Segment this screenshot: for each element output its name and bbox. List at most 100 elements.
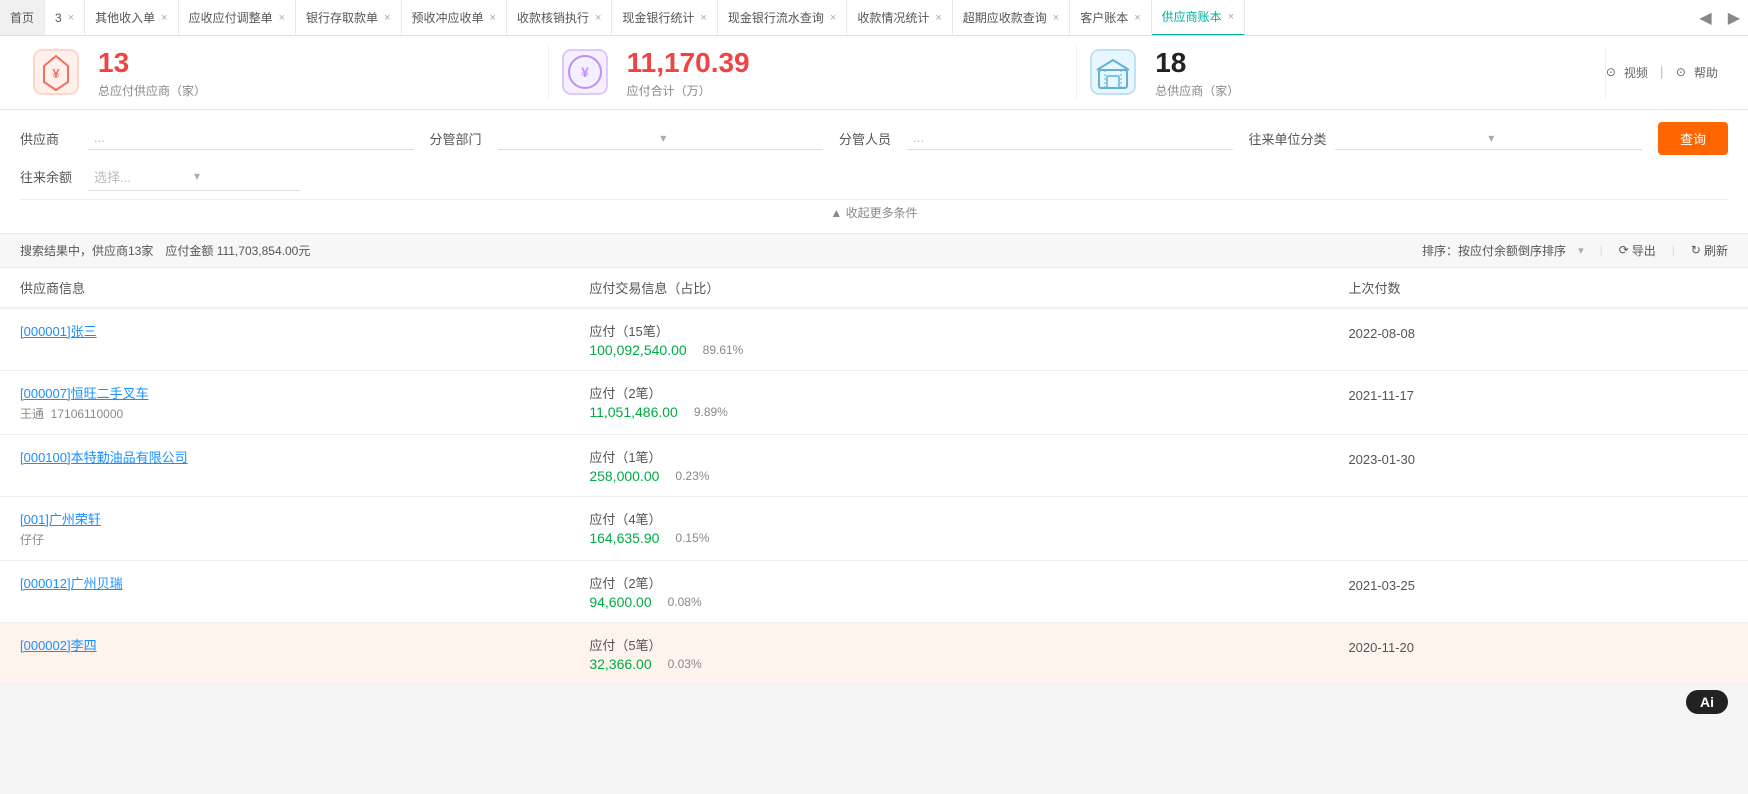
nav-tab-collection-close[interactable]: × [595, 12, 601, 24]
video-link[interactable]: 视频 [1624, 64, 1648, 81]
table-row: [000002]李四 应付（5笔） 32,366.00 0.03% 2020-1… [0, 623, 1748, 685]
last-payment-1: 2022-08-08 [1348, 321, 1728, 347]
category-select[interactable]: ▾ [1335, 127, 1642, 150]
refresh-link[interactable]: ↻ 刷新 [1691, 242, 1728, 259]
total-suppliers-label: 总供应商（家） [1155, 82, 1239, 99]
supplier-link-6[interactable]: [000002]李四 [20, 638, 97, 653]
nav-tab-other-income-close[interactable]: × [161, 12, 167, 24]
transaction-label-6: 应付（5笔） [589, 635, 1348, 654]
transaction-amount-4[interactable]: 164,635.90 [589, 530, 659, 546]
collapse-icon: ▲ [830, 206, 842, 220]
nav-tab-collection-label: 收款核销执行 [517, 9, 589, 26]
transaction-amount-3[interactable]: 258,000.00 [589, 468, 659, 484]
collapse-bar[interactable]: ▲ 收起更多条件 [20, 199, 1728, 225]
summary-card-payable-suppliers: ¥ 13 总应付供应商（家） [20, 46, 549, 99]
transaction-detail-6: 应付（5笔） 32,366.00 0.03% [589, 635, 1348, 672]
nav-tab-3-close[interactable]: × [68, 12, 74, 24]
nav-tab-cash-flow[interactable]: 现金银行流水查询 × [718, 0, 847, 36]
nav-tab-customer-ledger-close[interactable]: × [1134, 12, 1140, 24]
nav-tab-3-label: 3 [55, 11, 62, 25]
filter-dept: 分管部门 ▾ [430, 127, 824, 150]
export-icon: ⟳ [1619, 243, 1629, 257]
nav-tab-bank-deposit[interactable]: 银行存取款单 × [296, 0, 401, 36]
nav-tab-adjustment-close[interactable]: × [279, 12, 285, 24]
nav-tab-adjustment[interactable]: 应收应付调整单 × [179, 0, 296, 36]
transaction-amount-5[interactable]: 94,600.00 [589, 594, 651, 610]
nav-tab-cash-bank-stat-label: 现金银行统计 [622, 9, 694, 26]
nav-tab-collection[interactable]: 收款核销执行 × [507, 0, 612, 36]
payable-amount-label: 应付合计（万） [627, 82, 750, 99]
supplier-link-4[interactable]: [001]广州荣轩 [20, 512, 101, 527]
dept-dropdown-icon: ▾ [660, 131, 817, 145]
export-link[interactable]: ⟳ 导出 [1619, 242, 1656, 259]
supplier-info-5: [000012]广州贝瑞 [20, 573, 589, 592]
nav-tab-supplier-ledger[interactable]: 供应商账本 × [1152, 0, 1245, 36]
help-icon: ⊙ [1676, 65, 1686, 79]
data-table: 供应商信息 应付交易信息（占比） 上次付数 [000001]张三 应付（15笔）… [0, 268, 1748, 685]
transaction-percent-3: 0.23% [675, 469, 709, 483]
nav-tab-advance-close[interactable]: × [490, 12, 496, 24]
nav-tab-3[interactable]: 3 × [45, 0, 85, 36]
nav-tab-overdue[interactable]: 超期应收款查询 × [953, 0, 1070, 36]
nav-tab-bank-deposit-close[interactable]: × [384, 12, 390, 24]
transaction-info-4: 应付（4笔） 164,635.90 0.15% [589, 509, 1348, 546]
sort-link[interactable]: 排序：按应付余额倒序排序 [1422, 242, 1566, 259]
transaction-percent-6: 0.03% [668, 657, 702, 671]
result-text-1: 搜索结果中，供应商13家 [20, 242, 153, 259]
transaction-detail-1: 应付（15笔） 100,092,540.00 89.61% [589, 321, 1348, 358]
payable-amount-icon: ¥ [559, 46, 611, 98]
filter-row-2: 往来余额 选择... ▾ [20, 163, 300, 191]
nav-tab-cash-bank-stat[interactable]: 现金银行统计 × [612, 0, 717, 36]
export-label: 导出 [1632, 242, 1656, 259]
nav-tab-customer-ledger[interactable]: 客户账本 × [1070, 0, 1151, 36]
result-right-actions: 排序：按应付余额倒序排序 ▾ | ⟳ 导出 | ↻ 刷新 [1422, 242, 1728, 259]
nav-tab-advance[interactable]: 预收冲应收单 × [402, 0, 507, 36]
nav-tab-receipt-stat-close[interactable]: × [935, 12, 941, 24]
summary-info-payable-suppliers: 13 总应付供应商（家） [98, 46, 206, 99]
nav-tab-supplier-ledger-close[interactable]: × [1228, 11, 1234, 23]
transaction-detail-4: 应付（4笔） 164,635.90 0.15% [589, 509, 1348, 546]
nav-tab-advance-label: 预收冲应收单 [412, 9, 484, 26]
collapse-label: 收起更多条件 [846, 206, 918, 220]
table-row: [000012]广州贝瑞 应付（2笔） 94,600.00 0.08% 2021… [0, 561, 1748, 623]
transaction-percent-1: 89.61% [703, 343, 744, 357]
help-link[interactable]: 帮助 [1694, 64, 1718, 81]
last-payment-5: 2021-03-25 [1348, 573, 1728, 599]
ai-button[interactable]: Ai [1686, 690, 1728, 714]
nav-tab-cash-flow-close[interactable]: × [830, 12, 836, 24]
table-row: [000001]张三 应付（15笔） 100,092,540.00 89.61%… [0, 309, 1748, 371]
nav-tab-cash-bank-stat-close[interactable]: × [700, 12, 706, 24]
query-button[interactable]: 查询 [1658, 122, 1728, 155]
person-input[interactable] [907, 126, 1233, 150]
transaction-amount-6[interactable]: 32,366.00 [589, 656, 651, 672]
nav-tab-other-income-label: 其他收入单 [95, 9, 155, 26]
total-suppliers-number: 18 [1155, 46, 1239, 80]
supplier-link-1[interactable]: [000001]张三 [20, 324, 97, 339]
last-payment-2: 2021-11-17 [1348, 383, 1728, 409]
nav-tab-other-income[interactable]: 其他收入单 × [85, 0, 178, 36]
supplier-info-1: [000001]张三 [20, 321, 589, 340]
supplier-link-2[interactable]: [000007]恒旺二手叉车 [20, 386, 149, 401]
dept-select[interactable]: ▾ [498, 127, 824, 150]
nav-tab-overdue-close[interactable]: × [1053, 12, 1059, 24]
filter-category: 往来单位分类 ▾ [1249, 127, 1643, 150]
supplier-link-3[interactable]: [000100]本特勤油品有限公司 [20, 450, 188, 465]
nav-tab-bank-deposit-label: 银行存取款单 [306, 9, 378, 26]
payable-suppliers-icon: ¥ [30, 46, 82, 98]
payable-suppliers-label: 总应付供应商（家） [98, 82, 206, 99]
supplier-input[interactable] [88, 126, 414, 150]
last-payment-date-1: 2022-08-08 [1348, 326, 1415, 341]
transaction-label-2: 应付（2笔） [589, 383, 1348, 402]
nav-tab-home[interactable]: 首页 [0, 0, 45, 36]
nav-tab-receipt-stat[interactable]: 收款情况统计 × [847, 0, 952, 36]
balance-select[interactable]: 选择... ▾ [88, 163, 300, 191]
supplier-link-5[interactable]: [000012]广州贝瑞 [20, 576, 123, 591]
transaction-amount-2[interactable]: 11,051,486.00 [589, 404, 678, 420]
nav-next-arrow[interactable]: ▶ [1720, 8, 1748, 28]
nav-prev-arrow[interactable]: ◀ [1691, 8, 1719, 28]
supplier-info-4: [001]广州荣轩 仔仔 [20, 509, 589, 548]
filter-area: 供应商 分管部门 ▾ 分管人员 往来单位分类 ▾ 查询 [0, 110, 1748, 234]
col-header-supplier-info: 供应商信息 [20, 278, 589, 297]
balance-dropdown-icon: ▾ [194, 169, 294, 183]
transaction-amount-1[interactable]: 100,092,540.00 [589, 342, 686, 358]
